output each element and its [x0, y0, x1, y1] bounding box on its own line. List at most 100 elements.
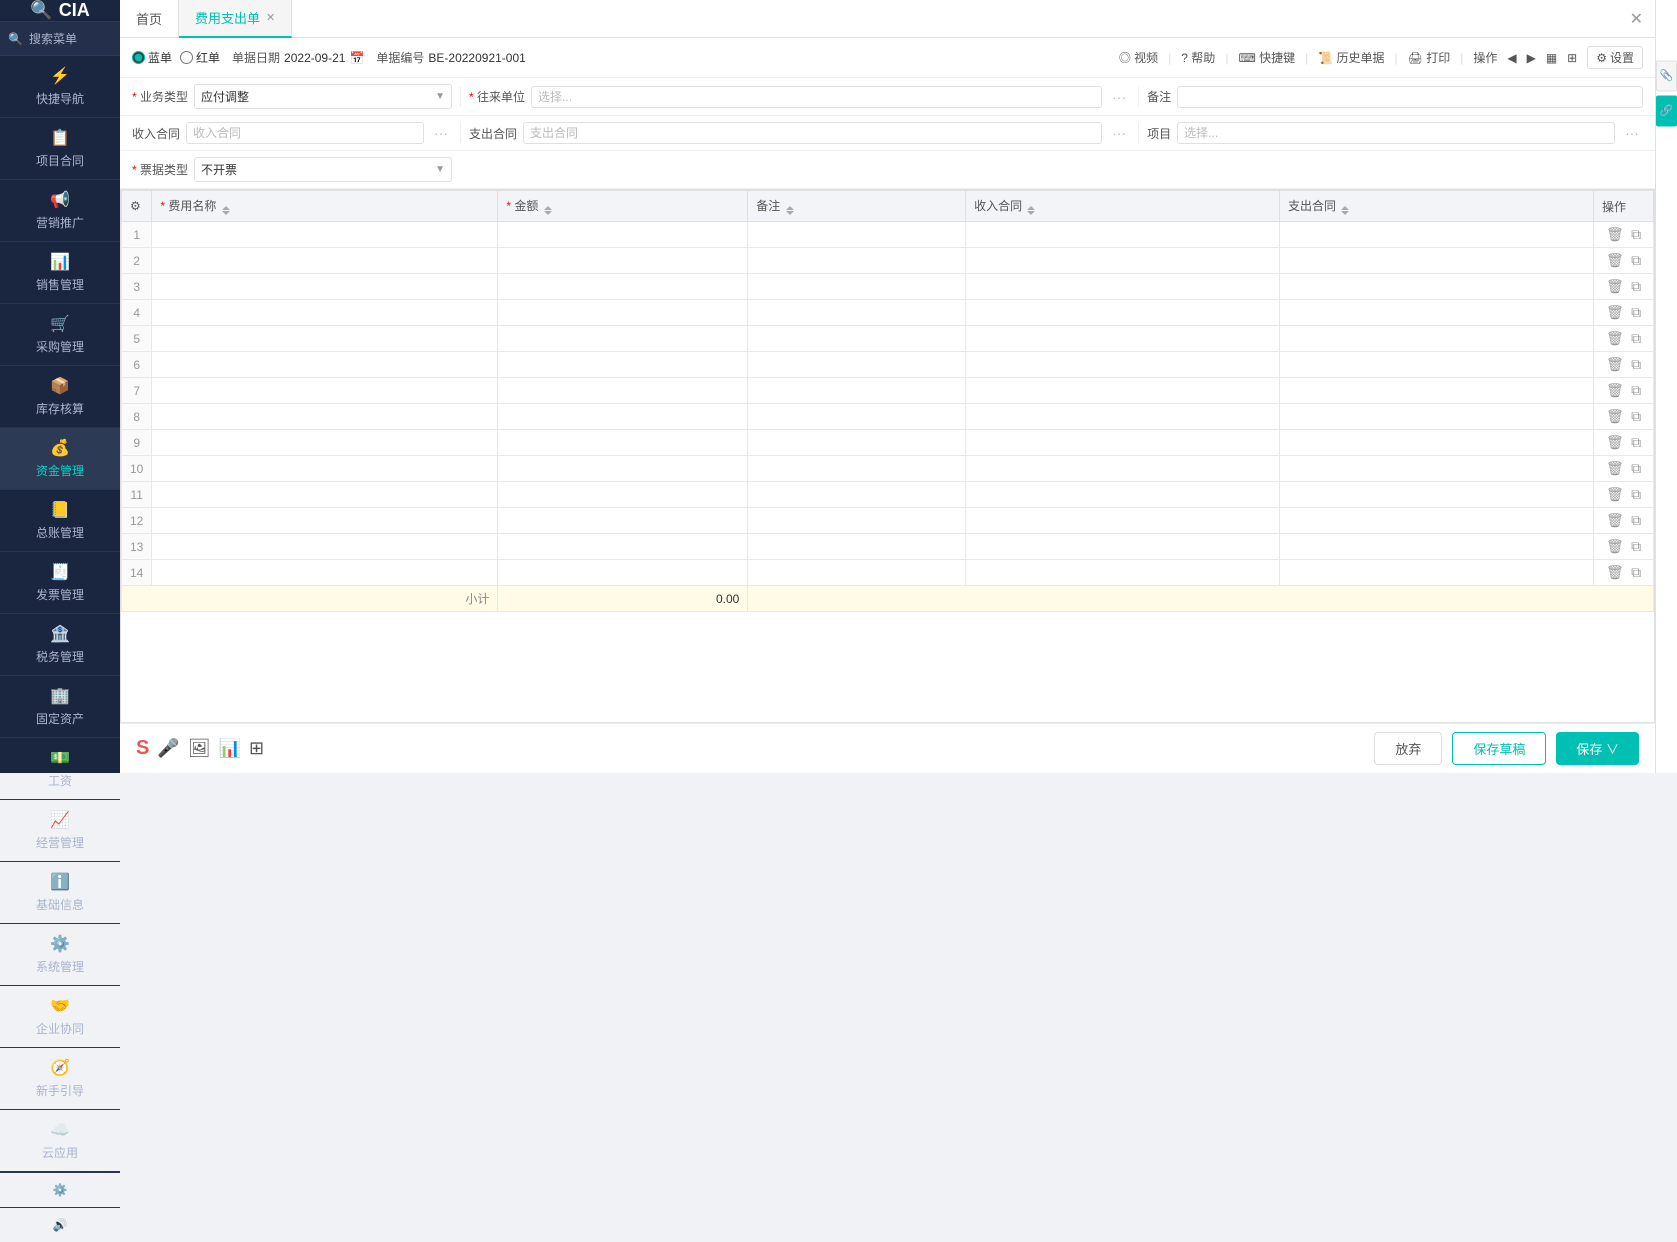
video-btn[interactable]: ◎ 视频: [1119, 49, 1158, 66]
income-contract-cell-7[interactable]: [966, 378, 1280, 404]
income-contract-cell-1[interactable]: [966, 222, 1280, 248]
amount-cell-12[interactable]: [498, 508, 748, 534]
sidebar-volume-btn[interactable]: 🔊: [0, 1207, 120, 1242]
expense-contract-cell-6[interactable]: [1280, 352, 1594, 378]
amount-cell-4[interactable]: [498, 300, 748, 326]
right-tab-2[interactable]: 🔗: [1656, 95, 1677, 126]
income-contract-input[interactable]: [193, 126, 417, 140]
tab-home[interactable]: 首页: [120, 0, 179, 38]
close-window-btn[interactable]: ✕: [1626, 7, 1647, 31]
note-cell-14[interactable]: [748, 560, 966, 586]
blue-radio-input[interactable]: [132, 51, 145, 64]
grid1-btn[interactable]: ▦: [1546, 51, 1557, 65]
income-contract-cell-3[interactable]: [966, 274, 1280, 300]
print-btn[interactable]: 🖨 打印: [1408, 49, 1451, 66]
next-btn[interactable]: ▶: [1527, 51, 1536, 65]
amount-cell-13[interactable]: [498, 534, 748, 560]
expense-name-cell-2[interactable]: [152, 248, 498, 274]
expense-name-cell-10[interactable]: [152, 456, 498, 482]
expense-name-cell-12[interactable]: [152, 508, 498, 534]
sidebar-item-project-contract[interactable]: 📋 项目合同: [0, 118, 120, 180]
amount-cell-14[interactable]: [498, 560, 748, 586]
delete-row-btn-4[interactable]: 🗑: [1604, 304, 1626, 321]
income-contract-cell-14[interactable]: [966, 560, 1280, 586]
note-sort[interactable]: [786, 206, 794, 215]
expense-name-cell-3[interactable]: [152, 274, 498, 300]
income-contract-cell-6[interactable]: [966, 352, 1280, 378]
save-draft-button[interactable]: 保存草稿: [1452, 732, 1546, 765]
expense-contract-cell-5[interactable]: [1280, 326, 1594, 352]
delete-row-btn-6[interactable]: 🗑: [1604, 356, 1626, 373]
counterpart-input[interactable]: [538, 90, 1095, 104]
sidebar-item-sales-promo[interactable]: 📢 营销推广: [0, 180, 120, 242]
amount-cell-7[interactable]: [498, 378, 748, 404]
delete-row-btn-10[interactable]: 🗑: [1604, 460, 1626, 477]
delete-row-btn-2[interactable]: 🗑: [1604, 252, 1626, 269]
note-cell-7[interactable]: [748, 378, 966, 404]
footer-img-icon[interactable]: 🖼: [188, 738, 211, 759]
amount-sort[interactable]: [544, 206, 552, 215]
amount-cell-10[interactable]: [498, 456, 748, 482]
copy-row-btn-6[interactable]: ⧉: [1629, 356, 1643, 373]
expense-name-cell-14[interactable]: [152, 560, 498, 586]
expense-contract-cell-2[interactable]: [1280, 248, 1594, 274]
amount-cell-11[interactable]: [498, 482, 748, 508]
sidebar-item-system[interactable]: ⚙️ 系统管理: [0, 924, 120, 986]
income-contract-wrapper[interactable]: [186, 122, 424, 144]
expense-name-cell-1[interactable]: [152, 222, 498, 248]
amount-cell-5[interactable]: [498, 326, 748, 352]
expense-name-cell-5[interactable]: [152, 326, 498, 352]
ops-btn[interactable]: 操作: [1473, 49, 1497, 66]
income-contract-cell-4[interactable]: [966, 300, 1280, 326]
copy-row-btn-5[interactable]: ⧉: [1629, 330, 1643, 347]
expense-name-sort[interactable]: [222, 206, 230, 215]
income-contract-cell-13[interactable]: [966, 534, 1280, 560]
income-contract-cell-9[interactable]: [966, 430, 1280, 456]
sidebar-settings-btn[interactable]: ⚙️: [0, 1172, 120, 1207]
expense-sort[interactable]: [1341, 206, 1349, 215]
amount-cell-1[interactable]: [498, 222, 748, 248]
note-cell-13[interactable]: [748, 534, 966, 560]
delete-row-btn-13[interactable]: 🗑: [1604, 538, 1626, 555]
expense-contract-more-btn[interactable]: ···: [1108, 125, 1130, 141]
amount-cell-2[interactable]: [498, 248, 748, 274]
counterpart-more-btn[interactable]: ···: [1108, 89, 1130, 105]
th-settings[interactable]: ⚙: [122, 191, 152, 222]
note-cell-9[interactable]: [748, 430, 966, 456]
note-cell-12[interactable]: [748, 508, 966, 534]
project-more-btn[interactable]: ···: [1621, 125, 1643, 141]
income-contract-cell-11[interactable]: [966, 482, 1280, 508]
grid2-btn[interactable]: ⊞: [1567, 51, 1577, 65]
expense-name-cell-7[interactable]: [152, 378, 498, 404]
sidebar-item-tax[interactable]: 🏦 税务管理: [0, 614, 120, 676]
expense-contract-cell-9[interactable]: [1280, 430, 1594, 456]
note-cell-4[interactable]: [748, 300, 966, 326]
expense-contract-cell-8[interactable]: [1280, 404, 1594, 430]
expense-contract-cell-4[interactable]: [1280, 300, 1594, 326]
biz-type-select[interactable]: 应付调整 ▼: [194, 84, 452, 109]
sidebar-item-quick-nav[interactable]: ⚡ 快捷导航: [0, 56, 120, 118]
sidebar-item-cloud[interactable]: ☁️ 云应用: [0, 1110, 120, 1172]
expense-name-cell-13[interactable]: [152, 534, 498, 560]
set-btn[interactable]: ⚙ 设置: [1587, 46, 1643, 69]
right-tab-1[interactable]: 📎: [1656, 60, 1677, 91]
sidebar-item-invoice[interactable]: 🧾 发票管理: [0, 552, 120, 614]
copy-row-btn-9[interactable]: ⧉: [1629, 434, 1643, 451]
delete-row-btn-9[interactable]: 🗑: [1604, 434, 1626, 451]
delete-row-btn-14[interactable]: 🗑: [1604, 564, 1626, 581]
amount-cell-3[interactable]: [498, 274, 748, 300]
delete-row-btn-12[interactable]: 🗑: [1604, 512, 1626, 529]
income-contract-cell-5[interactable]: [966, 326, 1280, 352]
copy-row-btn-4[interactable]: ⧉: [1629, 304, 1643, 321]
delete-row-btn-11[interactable]: 🗑: [1604, 486, 1626, 503]
red-doc-radio[interactable]: 红单: [180, 49, 220, 66]
delete-row-btn-1[interactable]: 🗑: [1604, 226, 1626, 243]
discard-button[interactable]: 放弃: [1374, 732, 1442, 765]
sidebar-search[interactable]: 🔍 搜索菜单: [0, 22, 120, 56]
income-contract-cell-8[interactable]: [966, 404, 1280, 430]
note-cell-2[interactable]: [748, 248, 966, 274]
copy-row-btn-2[interactable]: ⧉: [1629, 252, 1643, 269]
sidebar-item-basic-info[interactable]: ℹ️ 基础信息: [0, 862, 120, 924]
project-input[interactable]: [1184, 126, 1608, 140]
note-cell-10[interactable]: [748, 456, 966, 482]
